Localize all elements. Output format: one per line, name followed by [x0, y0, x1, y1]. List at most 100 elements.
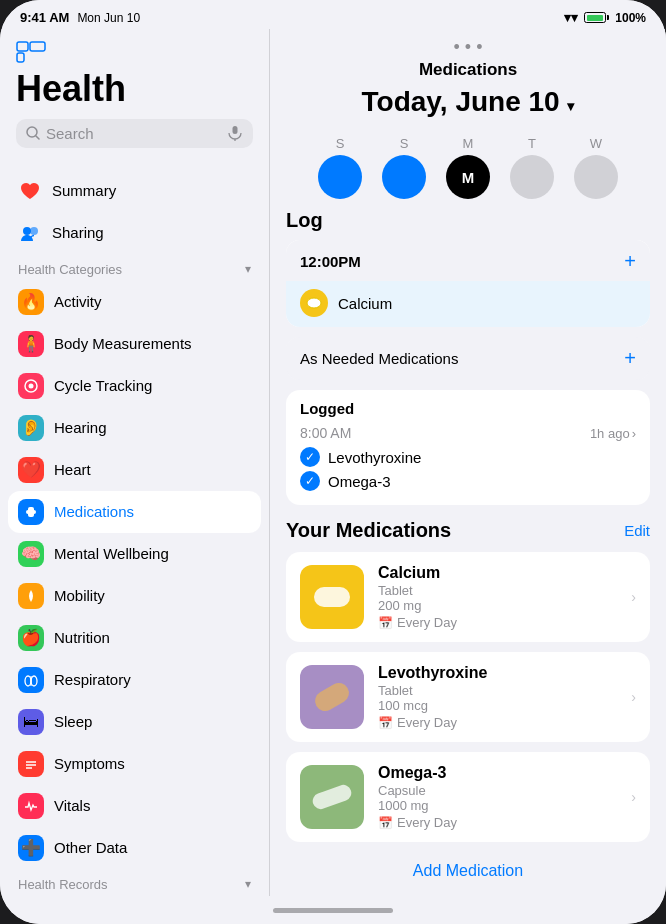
- cycle-icon: [18, 373, 44, 399]
- sidebar-item-symptoms[interactable]: Symptoms: [0, 743, 269, 785]
- log-med-name: Calcium: [338, 295, 392, 312]
- day-letter-s1: S: [336, 136, 345, 151]
- svg-rect-1: [30, 42, 45, 51]
- sidebar-item-medications[interactable]: Medications: [8, 491, 261, 533]
- med-card-calcium[interactable]: Calcium Tablet 200 mg 📅 Every Day ›: [286, 552, 650, 642]
- sidebar-item-heart[interactable]: ❤️ Heart: [0, 449, 269, 491]
- sidebar-item-mental-wellbeing[interactable]: 🧠 Mental Wellbeing: [0, 533, 269, 575]
- day-col-s2[interactable]: S: [382, 136, 426, 199]
- calcium-name: Calcium: [378, 564, 617, 582]
- omega3-thumb: [300, 765, 364, 829]
- sidebar-item-respiratory[interactable]: Respiratory: [0, 659, 269, 701]
- sidebar-nav: Summary Sharing: [0, 170, 269, 254]
- calcium-info: Calcium Tablet 200 mg 📅 Every Day: [378, 564, 617, 630]
- svg-point-19: [307, 298, 321, 308]
- day-circle-w: [574, 155, 618, 199]
- edit-button[interactable]: Edit: [624, 522, 650, 539]
- mic-icon: [227, 125, 243, 141]
- sidebar-item-activity[interactable]: 🔥 Activity: [0, 281, 269, 323]
- day-col-s1[interactable]: S: [318, 136, 362, 199]
- calendar-icon-2: 📅: [378, 716, 393, 730]
- health-categories-chevron[interactable]: ▾: [245, 262, 251, 276]
- sidebar-item-cycle-tracking[interactable]: Cycle Tracking: [0, 365, 269, 407]
- sidebar-item-summary[interactable]: Summary: [8, 170, 261, 212]
- respiratory-icon: [18, 667, 44, 693]
- sharing-label: Sharing: [52, 224, 104, 241]
- health-records-chevron[interactable]: ▾: [245, 877, 251, 891]
- medications-icon: [18, 499, 44, 525]
- sidebar-item-hearing[interactable]: 👂 Hearing: [0, 407, 269, 449]
- med-card-levothyroxine[interactable]: Levothyroxine Tablet 100 mcg 📅 Every Day…: [286, 652, 650, 742]
- mental-label: Mental Wellbeing: [54, 545, 169, 562]
- log-time: 12:00PM: [300, 253, 361, 270]
- calcium-form: Tablet 200 mg: [378, 583, 617, 613]
- battery-pct: 100%: [615, 11, 646, 25]
- other-data-icon: ➕: [18, 835, 44, 861]
- date-text: Today, June 10: [362, 86, 560, 117]
- sidebar-item-sleep[interactable]: 🛏 Sleep: [0, 701, 269, 743]
- svg-point-8: [30, 227, 38, 235]
- svg-rect-5: [233, 126, 238, 134]
- levothyroxine-schedule: 📅 Every Day: [378, 715, 617, 730]
- status-date: Mon Jun 10: [77, 11, 140, 25]
- sidebar-item-other-data[interactable]: ➕ Other Data: [0, 827, 269, 869]
- search-input[interactable]: [46, 125, 221, 142]
- body-label: Body Measurements: [54, 335, 192, 352]
- sleep-icon: 🛏: [18, 709, 44, 735]
- as-needed-row[interactable]: As Needed Medications +: [286, 337, 650, 380]
- omega3-chevron: ›: [631, 789, 636, 805]
- sidebar-item-nutrition[interactable]: 🍎 Nutrition: [0, 617, 269, 659]
- day-col-w[interactable]: W: [574, 136, 618, 199]
- log-title: Log: [286, 209, 650, 232]
- more-dots[interactable]: • • •: [286, 37, 650, 58]
- sidebar-item-sharing[interactable]: Sharing: [8, 212, 261, 254]
- sidebar-item-mobility[interactable]: Mobility: [0, 575, 269, 617]
- check-icon-2: ✓: [300, 471, 320, 491]
- log-card-noon: 12:00PM + Calcium: [286, 240, 650, 327]
- vitals-icon: [18, 793, 44, 819]
- home-bar: [273, 908, 393, 913]
- day-letter-s2: S: [400, 136, 409, 151]
- levothyroxine-name: Levothyroxine: [378, 664, 617, 682]
- omega3-name: Omega-3: [378, 764, 617, 782]
- add-medication-button[interactable]: Add Medication: [286, 852, 650, 890]
- calendar-icon-3: 📅: [378, 816, 393, 830]
- nutrition-label: Nutrition: [54, 629, 110, 646]
- search-bar[interactable]: [16, 119, 253, 148]
- as-needed-plus[interactable]: +: [624, 347, 636, 370]
- log-time-row: 12:00PM +: [286, 240, 650, 281]
- heart-icon: [18, 179, 42, 203]
- log-plus-btn[interactable]: +: [624, 250, 636, 273]
- day-letter-w: W: [590, 136, 602, 151]
- status-bar: 9:41 AM Mon Jun 10 ▾▾ 100%: [0, 0, 666, 29]
- levothyroxine-chevron: ›: [631, 689, 636, 705]
- log-med-row[interactable]: Calcium: [286, 281, 650, 327]
- logged-med-omega3: ✓ Omega-3: [300, 471, 636, 491]
- day-letter-m: M: [463, 136, 474, 151]
- day-col-m[interactable]: M M: [446, 136, 490, 199]
- sidebar-title: Health: [16, 69, 253, 109]
- calcium-log-icon: [300, 289, 328, 317]
- body-icon: 🧍: [18, 331, 44, 357]
- sidebar-item-body-measurements[interactable]: 🧍 Body Measurements: [0, 323, 269, 365]
- day-col-t[interactable]: T: [510, 136, 554, 199]
- health-categories-header: Health Categories ▾: [0, 254, 269, 281]
- levothyroxine-form: Tablet 100 mcg: [378, 683, 617, 713]
- your-medications-section: Your Medications Edit Calcium Tablet 200…: [270, 519, 666, 896]
- logged-time-row[interactable]: 8:00 AM 1h ago ›: [300, 425, 636, 441]
- hearing-label: Hearing: [54, 419, 107, 436]
- sleep-label: Sleep: [54, 713, 92, 730]
- svg-point-7: [23, 227, 31, 235]
- health-categories-label: Health Categories: [18, 262, 122, 277]
- logged-time: 8:00 AM: [300, 425, 351, 441]
- vitals-label: Vitals: [54, 797, 90, 814]
- battery-icon: [584, 12, 609, 23]
- logged-chevron: ›: [632, 426, 636, 441]
- your-meds-title: Your Medications: [286, 519, 451, 542]
- date-caret[interactable]: ▾: [567, 98, 574, 114]
- symptoms-icon: [18, 751, 44, 777]
- calendar-icon-1: 📅: [378, 616, 393, 630]
- med-card-omega3[interactable]: Omega-3 Capsule 1000 mg 📅 Every Day ›: [286, 752, 650, 842]
- sidebar-item-vitals[interactable]: Vitals: [0, 785, 269, 827]
- sidebar-top: Health: [0, 29, 269, 170]
